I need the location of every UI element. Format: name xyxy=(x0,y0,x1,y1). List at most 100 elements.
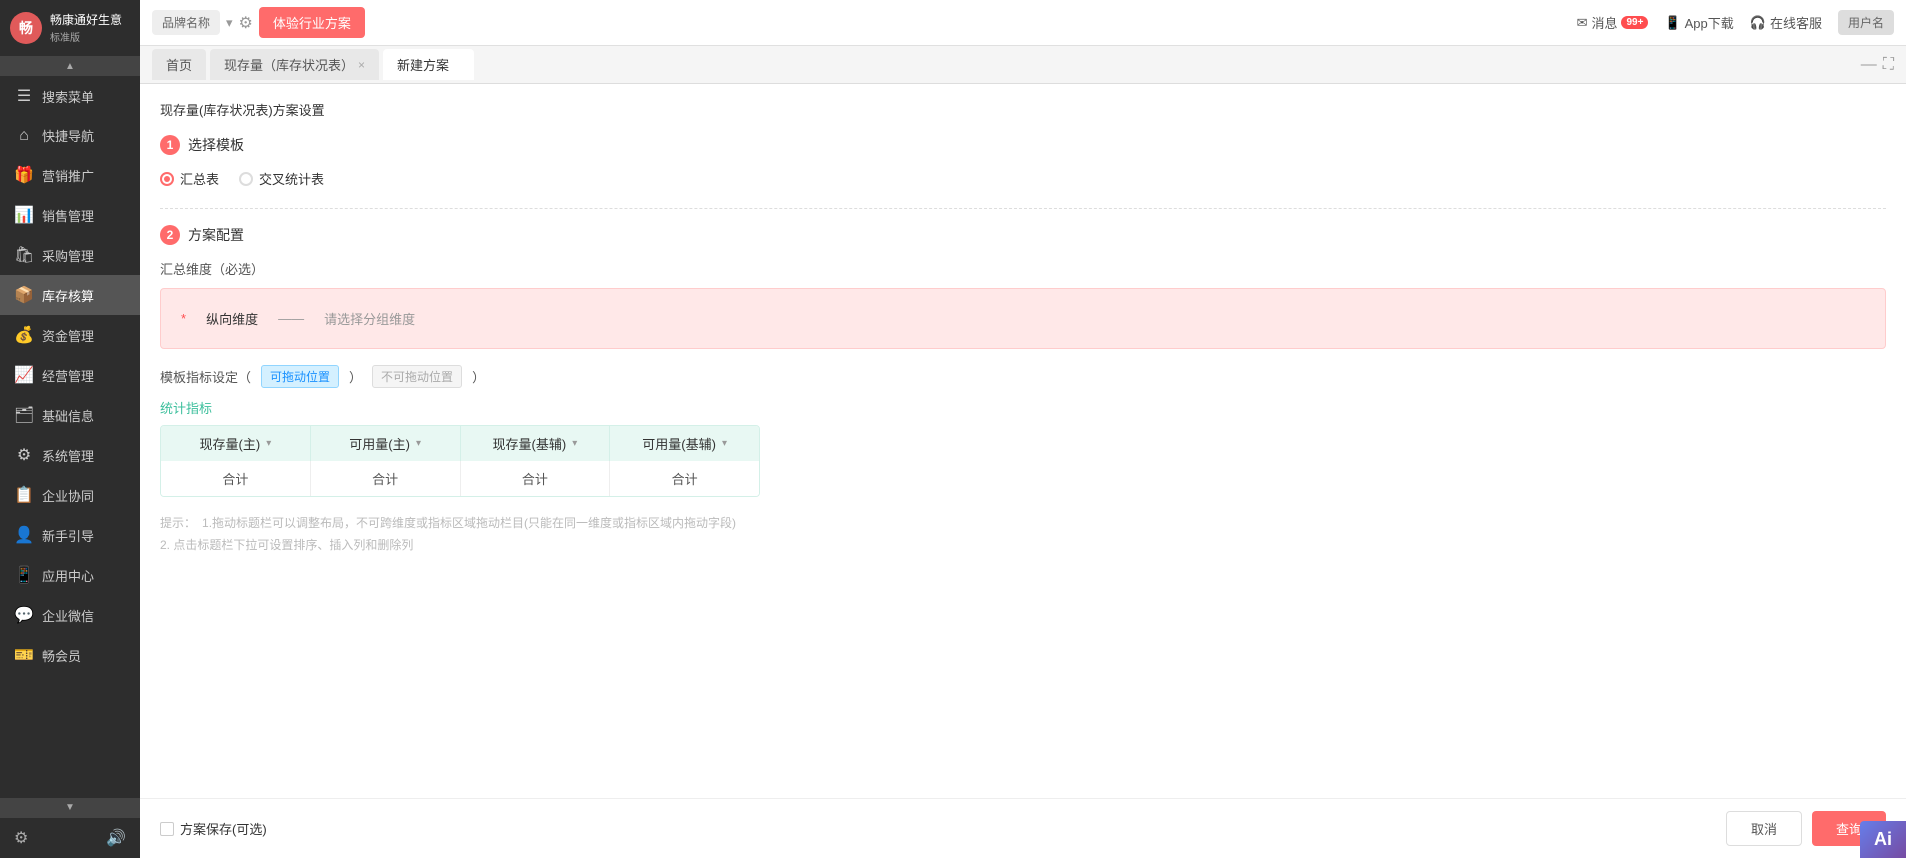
sidebar-item-sales[interactable]: 📊 销售管理 xyxy=(0,195,140,235)
sidebar-item-label: 系统管理 xyxy=(42,446,94,465)
tab-new-plan[interactable]: 新建方案 × xyxy=(383,49,474,80)
sidebar-item-corp[interactable]: 📋 企业协同 xyxy=(0,475,140,515)
template-options: 汇总表 交叉统计表 xyxy=(160,169,1886,188)
message-button[interactable]: ✉ 消息 99+ xyxy=(1577,13,1649,32)
radio-summary[interactable]: 汇总表 xyxy=(160,169,219,188)
sidebar-scroll-up[interactable]: ▲ xyxy=(0,57,140,76)
stats-col-0-label: 现存量(主) xyxy=(200,434,261,453)
tab-inventory-label: 现存量（库存状况表） xyxy=(224,55,354,74)
stats-col-2-dropdown[interactable]: ▾ xyxy=(572,438,577,449)
stats-col-1-dropdown[interactable]: ▾ xyxy=(416,438,421,449)
sidebar-item-finance[interactable]: 💰 资金管理 xyxy=(0,315,140,355)
sidebar-scroll-down[interactable]: ▼ xyxy=(0,798,140,817)
settings-icon[interactable]: ⚙ xyxy=(14,828,28,848)
indicator-settings-label: 模板指标设定（ xyxy=(160,367,251,386)
tips-area: 提示： 1.拖动标题栏可以调整布局，不可跨维度或指标区域拖动栏目(只能在同一维度… xyxy=(160,513,1886,556)
tip-1: 2. 点击标题栏下拉可设置排序、插入列和删除列 xyxy=(160,535,413,557)
phone-icon: 📱 xyxy=(1664,15,1680,31)
trial-button[interactable]: 体验行业方案 xyxy=(259,7,365,38)
content-area: 现存量(库存状况表)方案设置 1 选择模板 汇总表 交叉统计表 xyxy=(140,84,1906,798)
tab-inventory-status[interactable]: 现存量（库存状况表） × xyxy=(210,49,379,80)
ai-badge[interactable]: Ai xyxy=(1860,821,1906,858)
logo-icon: 畅 xyxy=(10,12,42,44)
radio-summary-label: 汇总表 xyxy=(180,169,219,188)
indicator-settings: 模板指标设定（ 可拖动位置 ） 不可拖动位置 ） xyxy=(160,365,1886,388)
cancel-button[interactable]: 取消 xyxy=(1726,811,1802,846)
section2-title: 方案配置 xyxy=(188,225,244,245)
sidebar-item-shortcut[interactable]: ⌂ 快捷导航 xyxy=(0,116,140,155)
section1-header: 1 选择模板 xyxy=(160,135,1886,155)
message-badge: 99+ xyxy=(1621,16,1648,29)
stats-col-3-dropdown[interactable]: ▾ xyxy=(722,438,727,449)
sidebar-item-basic[interactable]: 🗂 基础信息 xyxy=(0,395,140,435)
radio-cross-circle xyxy=(239,172,253,186)
money-icon: 💰 xyxy=(14,325,34,345)
gift-icon: 🎁 xyxy=(14,165,34,185)
dimension-area[interactable]: * 纵向维度 —— 请选择分组维度 xyxy=(160,288,1886,349)
sidebar-footer: ⚙ 🔊 xyxy=(0,817,140,858)
sidebar-item-purchase[interactable]: 🛍 采购管理 xyxy=(0,235,140,275)
stats-col-0-dropdown[interactable]: ▾ xyxy=(266,438,271,449)
logo-name: 畅康通好生意 xyxy=(50,12,122,29)
brand-dropdown-icon[interactable]: ▾ xyxy=(226,15,233,31)
tip-row-1: 2. 点击标题栏下拉可设置排序、插入列和删除列 xyxy=(160,535,1886,557)
ticket-icon: 🎫 xyxy=(14,645,34,665)
tab-maximize-icon[interactable]: ⛶ xyxy=(1883,56,1894,74)
stats-table-body: 合计 合计 合计 合计 xyxy=(161,461,759,496)
sidebar-item-label: 库存核算 xyxy=(42,286,94,305)
sidebar-logo: 畅 畅康通好生意 标准版 xyxy=(0,0,140,57)
folder-icon: 🗂 xyxy=(14,405,34,425)
tip-0: 1.拖动标题栏可以调整布局，不可跨维度或指标区域拖动栏目(只能在同一维度或指标区… xyxy=(202,513,736,535)
sidebar-item-label: 经营管理 xyxy=(42,366,94,385)
sidebar-item-newbie[interactable]: 👤 新手引导 xyxy=(0,515,140,555)
save-label: 方案保存(可选) xyxy=(180,819,267,838)
section1-title: 选择模板 xyxy=(188,135,244,155)
tab-minimize-icon[interactable]: — xyxy=(1861,56,1877,74)
topbar-right: ✉ 消息 99+ 📱 App下载 🎧 在线客服 用户名 xyxy=(1577,10,1894,35)
fixed-badge: 不可拖动位置 xyxy=(372,365,462,388)
stats-cell-2: 合计 xyxy=(461,461,611,496)
save-checkbox[interactable] xyxy=(160,822,174,836)
tab-home[interactable]: 首页 xyxy=(152,49,206,80)
dimension-label: 纵向维度 xyxy=(206,309,258,328)
trend-icon: 📈 xyxy=(14,365,34,385)
sidebar-item-search[interactable]: ☰ 搜索菜单 xyxy=(0,76,140,116)
sidebar-item-app[interactable]: 📱 应用中心 xyxy=(0,555,140,595)
section-config: 2 方案配置 汇总维度（必选） * 纵向维度 —— 请选择分组维度 模板指标设定… xyxy=(160,225,1886,556)
app-download-button[interactable]: 📱 App下载 xyxy=(1664,13,1733,32)
save-checkbox-label[interactable]: 方案保存(可选) xyxy=(160,819,267,838)
stats-col-2: 现存量(基辅) ▾ xyxy=(461,426,611,461)
radio-cross[interactable]: 交叉统计表 xyxy=(239,169,324,188)
section2-number: 2 xyxy=(160,225,180,245)
sidebar-item-label: 企业协同 xyxy=(42,486,94,505)
sidebar-item-system[interactable]: ⚙ 系统管理 xyxy=(0,435,140,475)
user-menu[interactable]: 用户名 xyxy=(1838,10,1894,35)
stats-col-3: 可用量(基辅) ▾ xyxy=(610,426,759,461)
sidebar-item-member[interactable]: 🎫 畅会员 xyxy=(0,635,140,675)
sidebar-item-label: 基础信息 xyxy=(42,406,94,425)
tab-new-close[interactable]: × xyxy=(453,58,460,72)
corp-icon: 📋 xyxy=(14,485,34,505)
stats-col-1: 可用量(主) ▾ xyxy=(311,426,461,461)
sidebar-item-label: 搜索菜单 xyxy=(42,87,94,106)
stats-col-2-label: 现存量(基辅) xyxy=(493,434,567,453)
topbar-left: 品牌名称 ▾ ⚙ 体验行业方案 xyxy=(152,7,1569,38)
tab-inventory-close[interactable]: × xyxy=(358,58,365,72)
sidebar-nav: ☰ 搜索菜单 ⌂ 快捷导航 🎁 营销推广 📊 销售管理 🛍 采购管理 📦 库存核… xyxy=(0,76,140,798)
chat-icon: 💬 xyxy=(14,605,34,625)
stats-col-0: 现存量(主) ▾ xyxy=(161,426,311,461)
sidebar-item-marketing[interactable]: 🎁 营销推广 xyxy=(0,155,140,195)
dimension-placeholder: 请选择分组维度 xyxy=(324,309,415,328)
tab-home-label: 首页 xyxy=(166,55,192,74)
audio-icon[interactable]: 🔊 xyxy=(106,828,126,848)
service-button[interactable]: 🎧 在线客服 xyxy=(1750,13,1822,32)
brand-selector[interactable]: 品牌名称 xyxy=(152,10,220,35)
sidebar-item-operation[interactable]: 📈 经营管理 xyxy=(0,355,140,395)
topbar-gear-icon[interactable]: ⚙ xyxy=(239,13,253,33)
topbar: 品牌名称 ▾ ⚙ 体验行业方案 ✉ 消息 99+ 📱 App下载 🎧 在线客服 … xyxy=(140,0,1906,46)
stats-cell-1: 合计 xyxy=(311,461,461,496)
sidebar-item-wechat[interactable]: 💬 企业微信 xyxy=(0,595,140,635)
section2-header: 2 方案配置 xyxy=(160,225,1886,245)
sidebar-item-label: 资金管理 xyxy=(42,326,94,345)
sidebar-item-inventory[interactable]: 📦 库存核算 xyxy=(0,275,140,315)
